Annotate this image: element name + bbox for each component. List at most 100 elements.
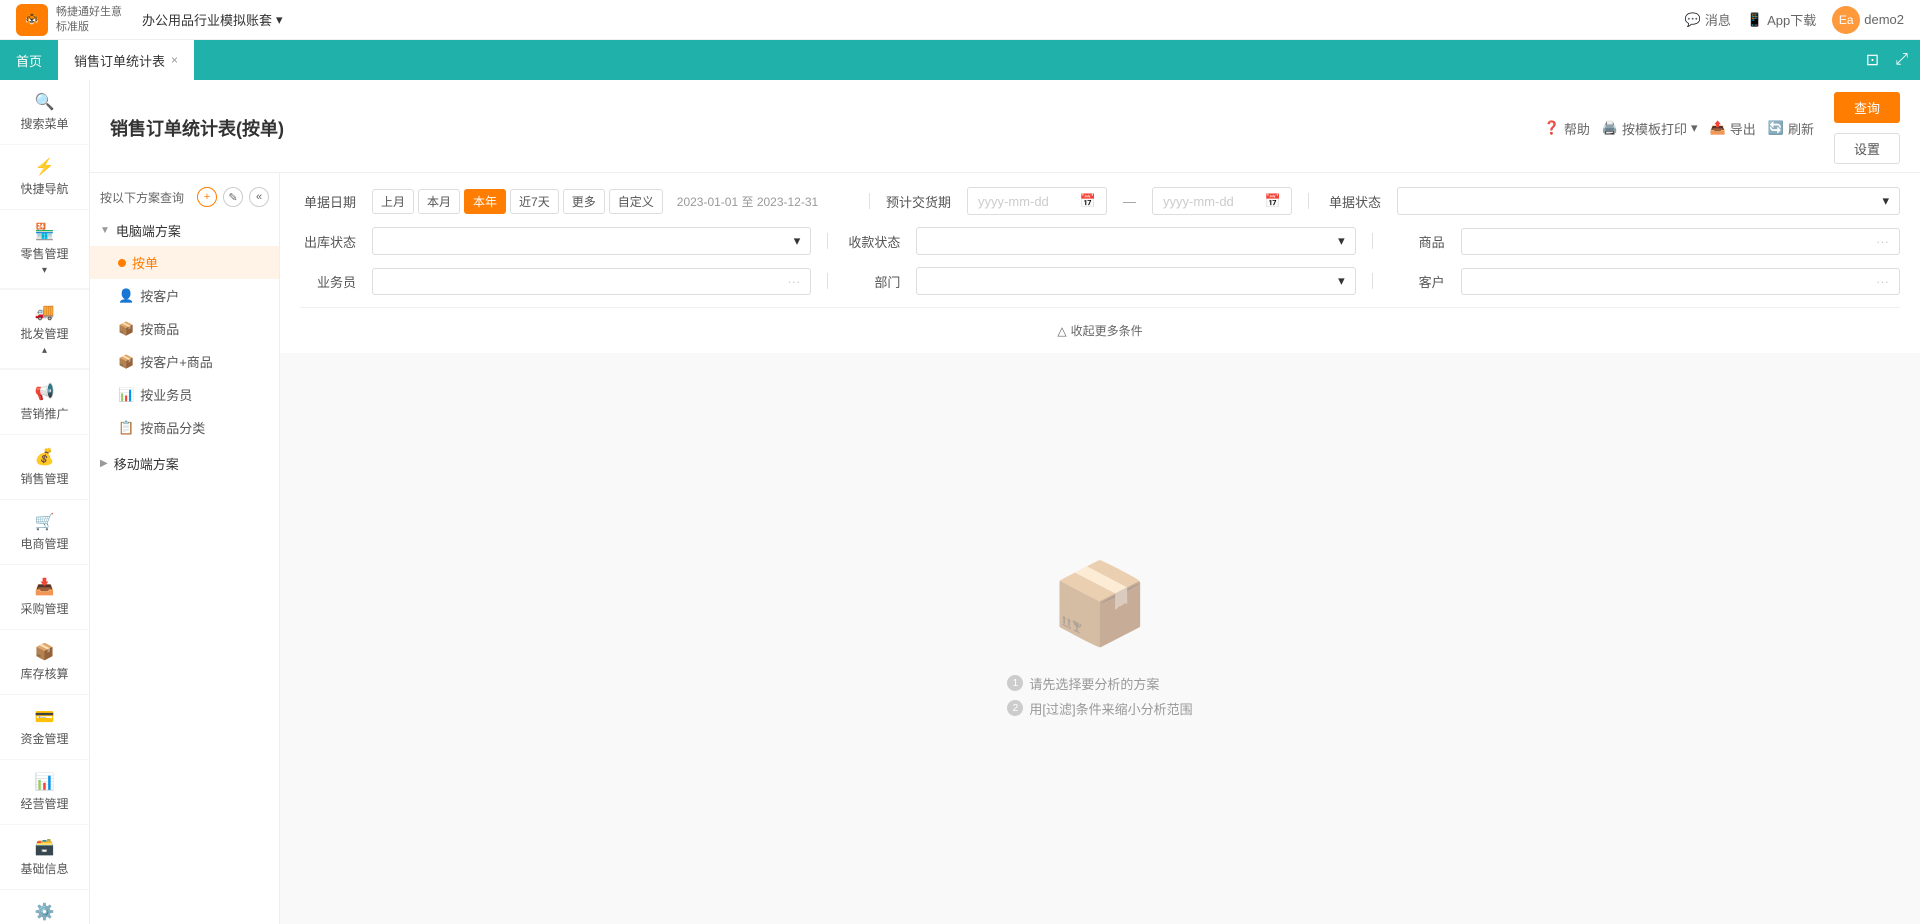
- chevron-shipment-icon: ▾: [794, 233, 801, 249]
- collapse-button[interactable]: △ 收起更多条件: [1057, 316, 1142, 345]
- dept-select[interactable]: ▾: [916, 267, 1355, 295]
- message-icon: 💬: [1685, 12, 1701, 28]
- separator-3: [827, 233, 828, 249]
- scheme-item-by-category[interactable]: 📋 按商品分类: [90, 411, 279, 444]
- wholesale-icon: 🚚: [35, 302, 55, 322]
- scheme-group-pc: ▼ 电脑端方案 按单 👤 按客户 📦 按商品: [90, 215, 279, 444]
- sidebar-item-purchase[interactable]: 📥 采购管理: [0, 565, 89, 630]
- customer-select[interactable]: ···: [1461, 268, 1900, 295]
- empty-illustration: 📦: [1050, 557, 1150, 651]
- salesperson-select[interactable]: ···: [372, 268, 811, 295]
- sidebar-item-ops[interactable]: 📊 经营管理: [0, 760, 89, 825]
- scheme-item-by-product[interactable]: 📦 按商品: [90, 312, 279, 345]
- sidebar-item-wholesale[interactable]: 🚚 批发管理 ▴: [0, 290, 89, 369]
- inventory-icon: 📦: [35, 642, 55, 662]
- sidebar-item-retail[interactable]: 🏪 零售管理 ▾: [0, 210, 89, 289]
- date-btn-7days[interactable]: 近7天: [510, 189, 559, 214]
- sidebar-item-finance[interactable]: 💳 资金管理: [0, 695, 89, 760]
- sidebar-item-inventory[interactable]: 📦 库存核算: [0, 630, 89, 695]
- collapse-scheme-icon[interactable]: «: [249, 187, 269, 207]
- user-avatar[interactable]: Ea demo2: [1832, 6, 1904, 34]
- help-button[interactable]: ❓ 帮助: [1544, 119, 1590, 138]
- scheme-item-by-customer-product[interactable]: 📦 按客户+商品: [90, 345, 279, 378]
- sidebar-item-sales[interactable]: 💰 销售管理: [0, 435, 89, 500]
- ops-icon: 📊: [35, 772, 55, 792]
- bill-status-label: 单据状态: [1325, 192, 1381, 211]
- export-button[interactable]: 📤 导出: [1710, 119, 1756, 138]
- add-scheme-icon[interactable]: +: [197, 187, 217, 207]
- tab-home[interactable]: 首页: [0, 40, 58, 80]
- phone-icon: 📱: [1747, 12, 1763, 28]
- payment-status-select[interactable]: ▾: [916, 227, 1355, 255]
- date-range-text: 2023-01-01 至 2023-12-31: [677, 193, 818, 210]
- scheme-group-mobile-header[interactable]: ▶ 移动端方案: [90, 448, 279, 479]
- date-btn-last-month[interactable]: 上月: [372, 189, 414, 214]
- date-group: 上月 本月 本年 近7天 更多 自定义 2023-01-01 至 2023-12…: [372, 189, 853, 214]
- app-download-action[interactable]: 📱 App下载: [1747, 10, 1816, 29]
- sidebar-item-ecom[interactable]: 🛒 电商管理: [0, 500, 89, 565]
- chevron-icon: ▾: [42, 265, 47, 276]
- print-button[interactable]: 🖨️ 按模板打印 ▾: [1602, 119, 1698, 138]
- date-btn-this-month[interactable]: 本月: [418, 189, 460, 214]
- empty-tip-1: 1 请先选择要分析的方案: [1007, 671, 1192, 696]
- setting-button[interactable]: 设置: [1834, 133, 1900, 164]
- scheme-item-by-customer[interactable]: 👤 按客户: [90, 279, 279, 312]
- product-select[interactable]: ···: [1461, 228, 1900, 255]
- sidebar-item-basic[interactable]: 🗃️ 基础信息: [0, 825, 89, 890]
- sidebar-item-marketing[interactable]: 📢 营销推广: [0, 370, 89, 435]
- refresh-button[interactable]: 🔄 刷新: [1768, 119, 1814, 138]
- scheme-item-by-salesperson[interactable]: 📊 按业务员: [90, 378, 279, 411]
- date-btn-this-year[interactable]: 本年: [464, 189, 506, 214]
- chevron-dept-icon: ▾: [1338, 273, 1345, 289]
- calendar-end-icon: 📅: [1265, 193, 1281, 209]
- salesperson-scheme-icon: 📊: [118, 387, 134, 403]
- edit-scheme-icon[interactable]: ✎: [223, 187, 243, 207]
- query-button[interactable]: 查询: [1834, 92, 1900, 123]
- shipment-label: 出库状态: [300, 232, 356, 251]
- separator-2: [1308, 193, 1309, 209]
- retail-icon: 🏪: [35, 222, 55, 242]
- tab-sales-stats[interactable]: 销售订单统计表 ×: [58, 40, 194, 80]
- filter-row-2: 出库状态 ▾ 收款状态 ▾ 商品: [300, 227, 1900, 255]
- expected-date-start[interactable]: yyyy-mm-dd 📅: [967, 187, 1107, 215]
- scheme-toolbar-label: 按以下方案查询: [100, 189, 191, 206]
- separator-4: [1372, 233, 1373, 249]
- payment-label: 收款状态: [844, 232, 900, 251]
- ecom-icon: 🛒: [35, 512, 55, 532]
- expected-date-end[interactable]: yyyy-mm-dd 📅: [1152, 187, 1292, 215]
- sidebar-item-shortcut[interactable]: ⚡ 快捷导航: [0, 145, 89, 210]
- date-separator: —: [1123, 194, 1136, 209]
- shortcut-icon: ⚡: [35, 157, 55, 177]
- expand-icon[interactable]: ⤢: [1891, 47, 1912, 73]
- basic-icon: 🗃️: [35, 837, 55, 857]
- message-action[interactable]: 💬 消息: [1685, 10, 1731, 29]
- separator-6: [1372, 273, 1373, 289]
- expand-arrow-icon: ▼: [100, 225, 110, 236]
- tab-close-icon[interactable]: ×: [171, 53, 178, 67]
- tabbar: 首页 销售订单统计表 × ⊡ ⤢: [0, 40, 1920, 80]
- topbar-left: 🐯 畅捷通好生意 标准版 办公用品行业模拟账套 ▾: [16, 4, 283, 36]
- scheme-item-by-order[interactable]: 按单: [90, 246, 279, 279]
- sidebar-group-wholesale: 🚚 批发管理 ▴: [0, 290, 89, 370]
- date-btn-more[interactable]: 更多: [563, 189, 605, 214]
- date-btns: 上月 本月 本年 近7天 更多 自定义: [372, 189, 663, 214]
- sidebar-item-system[interactable]: ⚙️ 系统管理: [0, 890, 89, 924]
- topbar-right: 💬 消息 📱 App下载 Ea demo2: [1685, 6, 1904, 34]
- minimize-icon[interactable]: ⊡: [1862, 46, 1883, 74]
- category-scheme-icon: 📋: [118, 420, 134, 436]
- separator-1: [869, 193, 870, 209]
- main-layout: 🔍 搜索菜单 ⚡ 快捷导航 🏪 零售管理 ▾ 🚚 批发管理 ▴ 📢 营销推广: [0, 80, 1920, 924]
- sidebar-item-search[interactable]: 🔍 搜索菜单: [0, 80, 89, 145]
- bill-status-select[interactable]: ▾: [1397, 187, 1900, 215]
- scheme-panel: 按以下方案查询 + ✎ « ▼ 电脑端方案 按单 👤: [90, 173, 280, 924]
- date-btn-custom[interactable]: 自定义: [609, 189, 663, 214]
- ellipsis-product-icon: ···: [1876, 234, 1889, 249]
- company-selector[interactable]: 办公用品行业模拟账套 ▾: [142, 10, 283, 29]
- action-buttons: 查询 设置: [1834, 92, 1900, 164]
- shipment-status-select[interactable]: ▾: [372, 227, 811, 255]
- scheme-group-pc-header[interactable]: ▼ 电脑端方案: [90, 215, 279, 246]
- print-dropdown-icon: ▾: [1691, 120, 1698, 136]
- active-dot-icon: [118, 255, 126, 270]
- scheme-toolbar: 按以下方案查询 + ✎ «: [90, 183, 279, 215]
- print-icon: 🖨️: [1602, 120, 1618, 136]
